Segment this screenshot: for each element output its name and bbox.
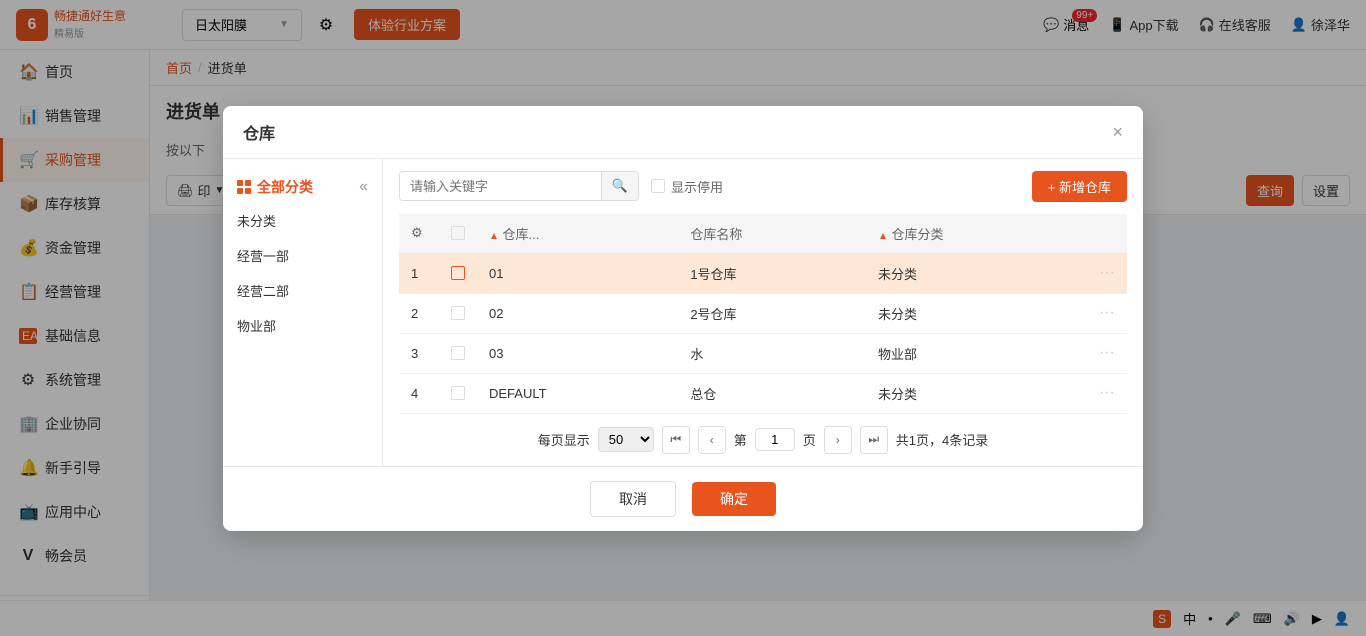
search-button[interactable]: 🔍 [601,172,638,200]
col-code: ▲ 仓库... [477,214,678,254]
cancel-button[interactable]: 取消 [590,481,676,517]
col-category-icon: ▲ [878,231,888,242]
row-index: 4 [399,373,439,413]
add-warehouse-button[interactable]: + 新增仓库 [1032,171,1127,202]
row-category: 未分类 [866,373,1087,413]
search-box: 🔍 [399,171,639,201]
pagination: 每页显示 50 20 100 ⏮ ‹ 第 页 › ⏭ 共1页，4条记录 [383,414,1143,466]
modal-title: 仓库 [243,120,275,144]
table-panel: 🔍 显示停用 + 新增仓库 [383,159,1143,466]
col-category: ▲ 仓库分类 [866,214,1087,254]
sort-icon: ▲ [489,231,499,242]
category-item-dept2[interactable]: 经营二部 [223,273,382,308]
row-code: DEFAULT [477,373,678,413]
confirm-button[interactable]: 确定 [692,482,776,516]
search-input[interactable] [400,173,601,200]
modal-close-button[interactable]: × [1112,123,1123,141]
table-row[interactable]: 4 DEFAULT 总仓 未分类 ··· [399,373,1127,413]
col-name-label: 仓库名称 [690,227,742,242]
page-input[interactable] [755,428,795,451]
row-code: 02 [477,293,678,333]
select-all-checkbox[interactable] [451,226,465,240]
col-category-label: 仓库分类 [891,227,943,242]
table-head: ⚙ ▲ 仓库... 仓库名称 [399,214,1127,254]
last-page-button[interactable]: ⏭ [860,426,888,454]
col-code-label: 仓库... [503,227,540,242]
row-category: 未分类 [866,293,1087,333]
row-name: 1号仓库 [678,253,866,293]
category-header: 全部分类 « [223,171,382,203]
table-row[interactable]: 1 01 1号仓库 未分类 ··· [399,253,1127,293]
first-page-button[interactable]: ⏮ [662,426,690,454]
row-index: 2 [399,293,439,333]
modal-overlay[interactable]: 仓库 × 全部分类 « 未分类 经营一部 经营二部 物业 [0,0,1366,636]
row-index: 3 [399,333,439,373]
row-checkbox[interactable] [439,253,477,293]
show-disabled-label: 显示停用 [671,177,723,196]
category-item-property[interactable]: 物业部 [223,308,382,343]
row-checkbox[interactable] [439,333,477,373]
row-index: 1 [399,253,439,293]
row-actions[interactable]: ··· [1087,293,1127,333]
category-panel: 全部分类 « 未分类 经营一部 经营二部 物业部 [223,159,383,466]
show-disabled-checkbox[interactable] [651,179,665,193]
modal-footer: 取消 确定 [223,466,1143,531]
row-checkbox[interactable] [439,293,477,333]
collapse-icon[interactable]: « [359,178,368,196]
table-row[interactable]: 2 02 2号仓库 未分类 ··· [399,293,1127,333]
row-category: 未分类 [866,253,1087,293]
total-info: 共1页，4条记录 [896,430,988,449]
search-icon: 🔍 [612,178,628,193]
gear-col-icon[interactable]: ⚙ [411,225,423,240]
all-categories-button[interactable]: 全部分类 [237,177,313,197]
show-disabled-toggle: 显示停用 [651,177,723,196]
row-actions[interactable]: ··· [1087,253,1127,293]
row-name: 水 [678,333,866,373]
category-item-dept1[interactable]: 经营一部 [223,238,382,273]
col-checkbox [439,214,477,254]
prev-page-button[interactable]: ‹ [698,426,726,454]
category-item-unclassified[interactable]: 未分类 [223,203,382,238]
modal-header: 仓库 × [223,106,1143,159]
col-actions [1087,214,1127,254]
warehouse-modal: 仓库 × 全部分类 « 未分类 经营一部 经营二部 物业 [223,106,1143,531]
modal-body: 全部分类 « 未分类 经营一部 经营二部 物业部 🔍 [223,159,1143,466]
row-code: 03 [477,333,678,373]
col-gear: ⚙ [399,214,439,254]
row-name: 总仓 [678,373,866,413]
grid-icon [237,180,251,194]
row-code: 01 [477,253,678,293]
next-page-button[interactable]: › [824,426,852,454]
table-row[interactable]: 3 03 水 物业部 ··· [399,333,1127,373]
row-actions[interactable]: ··· [1087,333,1127,373]
row-category: 物业部 [866,333,1087,373]
data-table: ⚙ ▲ 仓库... 仓库名称 [383,214,1143,414]
row-actions[interactable]: ··· [1087,373,1127,413]
row-name: 2号仓库 [678,293,866,333]
warehouse-table: ⚙ ▲ 仓库... 仓库名称 [399,214,1127,414]
per-page-select[interactable]: 50 20 100 [598,427,654,452]
table-body: 1 01 1号仓库 未分类 ··· 2 02 2号仓库 未分类 ··· 3 03… [399,253,1127,413]
per-page-label: 每页显示 [538,430,590,449]
row-checkbox[interactable] [439,373,477,413]
table-toolbar: 🔍 显示停用 + 新增仓库 [383,159,1143,214]
page-label: 第 [734,430,747,449]
all-categories-label: 全部分类 [257,177,313,197]
col-name: 仓库名称 [678,214,866,254]
page-unit: 页 [803,430,816,449]
